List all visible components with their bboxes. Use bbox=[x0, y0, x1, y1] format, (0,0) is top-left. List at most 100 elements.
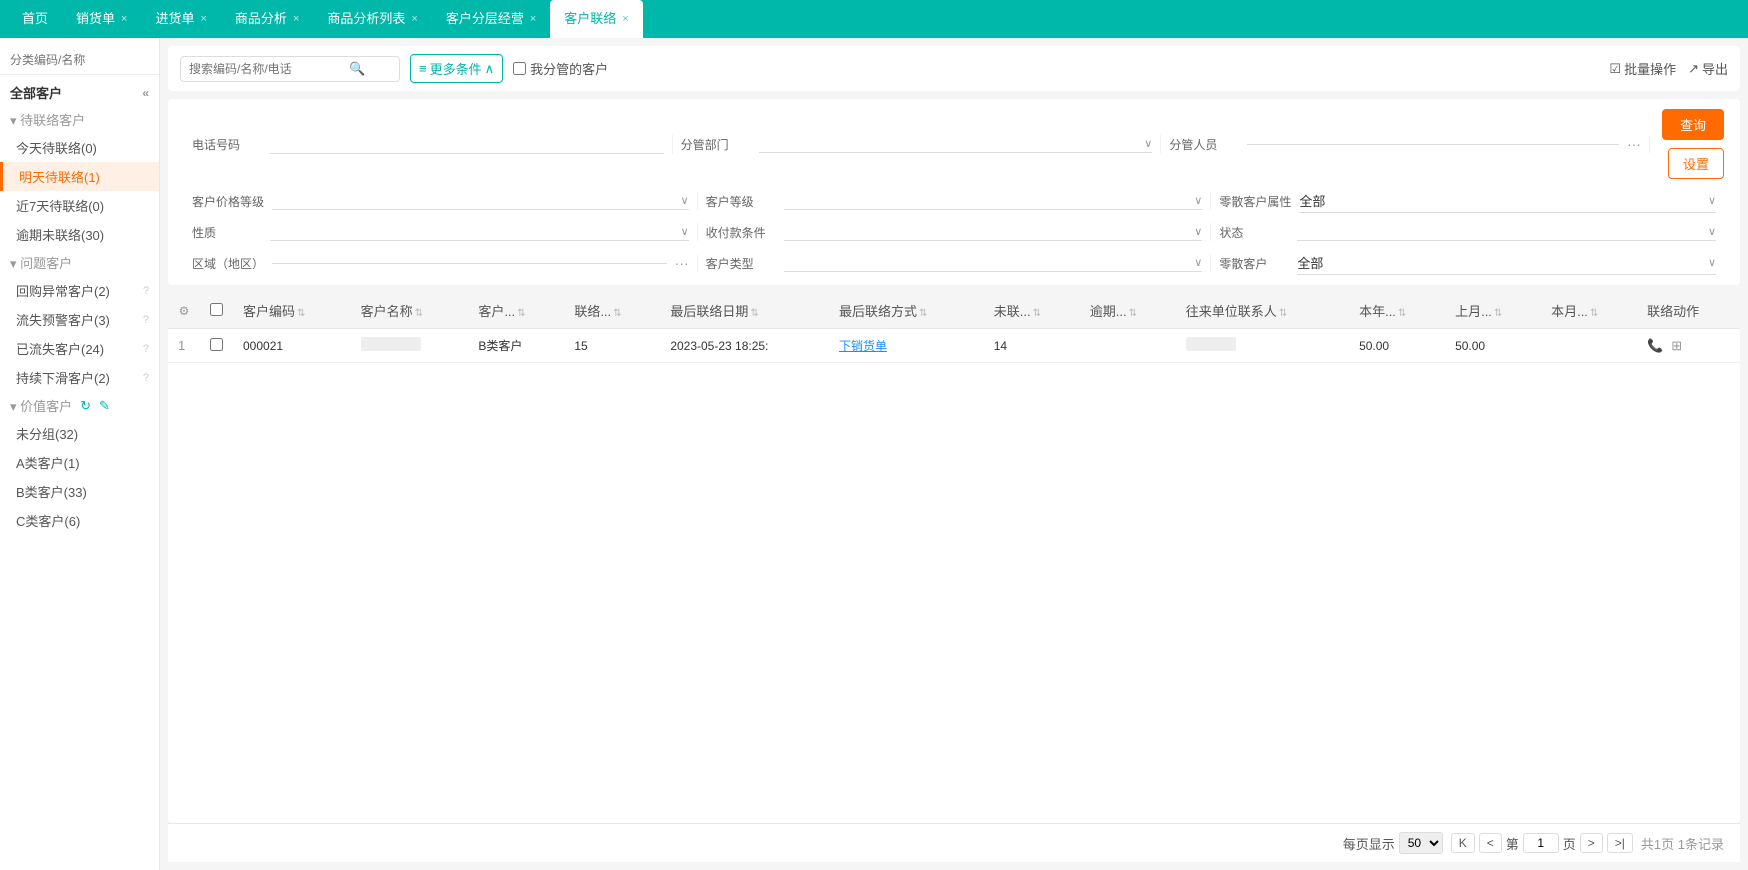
sort-code-icon[interactable]: ⇅ bbox=[297, 308, 305, 319]
qr-action-icon[interactable]: ⊞ bbox=[1671, 338, 1682, 354]
search-button-icon[interactable]: 🔍 bbox=[349, 61, 365, 77]
sort-unit-icon[interactable]: ⇅ bbox=[1279, 308, 1287, 319]
close-customer-contact-tab-icon[interactable]: × bbox=[622, 0, 628, 38]
sidebar-item-class-c[interactable]: C类客户(6) bbox=[0, 506, 159, 535]
sidebar-item-class-b[interactable]: B类客户(33) bbox=[0, 477, 159, 506]
close-customer-tier-tab-icon[interactable]: × bbox=[530, 0, 536, 38]
filter-cell-customer-level: 客户等级 ∨ bbox=[698, 192, 1212, 210]
sidebar-item-tomorrow-contact[interactable]: 明天待联络(1) bbox=[0, 162, 159, 191]
chevron-down-level-icon: ∨ bbox=[1194, 194, 1202, 207]
filter-dots-manager[interactable]: ··· bbox=[1627, 136, 1641, 152]
th-overdue: 逾期...⇅ bbox=[1080, 293, 1176, 329]
phone-action-icon[interactable]: 📞 bbox=[1647, 338, 1663, 354]
chevron-down-type-icon: ∨ bbox=[1194, 256, 1202, 269]
sidebar-item-today-contact[interactable]: 今天待联络(0) bbox=[0, 133, 159, 162]
nav-tab-analysis[interactable]: 商品分析 × bbox=[221, 0, 313, 38]
reset-button[interactable]: 设置 bbox=[1668, 148, 1724, 179]
nav-tab-purchase[interactable]: 进货单 × bbox=[141, 0, 220, 38]
filter-cell-scattered: 零散客户 全部 ∨ bbox=[1211, 251, 1724, 275]
filter-select-nature[interactable]: ∨ bbox=[270, 223, 689, 241]
filter-select-scattered[interactable]: 全部 ∨ bbox=[1297, 251, 1716, 275]
collapse-icon[interactable]: « bbox=[142, 86, 149, 100]
row-check[interactable] bbox=[200, 329, 233, 363]
search-input[interactable] bbox=[189, 62, 349, 76]
sidebar-item-overdue-contact[interactable]: 逾期未联络(30) bbox=[0, 220, 159, 249]
close-sales-tab-icon[interactable]: × bbox=[121, 0, 127, 38]
page-size-selector: 每页显示 50 bbox=[1343, 832, 1443, 854]
filter-select-scattered-attr[interactable]: 全部 ∨ bbox=[1299, 189, 1716, 213]
filter-label-scattered: 零散客户 bbox=[1219, 255, 1289, 272]
sort-name-icon[interactable]: ⇅ bbox=[415, 308, 423, 319]
nav-tab-customer-tier[interactable]: 客户分层经营 × bbox=[432, 0, 550, 38]
query-button[interactable]: 查询 bbox=[1662, 109, 1724, 140]
row-actions: 📞 ⊞ bbox=[1637, 329, 1740, 363]
filter-select-payment[interactable]: ∨ bbox=[784, 223, 1203, 241]
filter-input-phone[interactable] bbox=[270, 135, 664, 154]
select-all-checkbox[interactable] bbox=[210, 303, 223, 316]
sort-lmonth-icon[interactable]: ⇅ bbox=[1494, 308, 1502, 319]
sort-uncontacted-icon[interactable]: ⇅ bbox=[1033, 308, 1041, 319]
sidebar-item-churn-warning[interactable]: 流失预警客户(3) ? bbox=[0, 305, 159, 334]
th-gear[interactable]: ⚙ bbox=[168, 293, 200, 329]
th-check[interactable] bbox=[200, 293, 233, 329]
my-customer-checkbox[interactable] bbox=[513, 62, 526, 75]
row-overdue bbox=[1080, 329, 1176, 363]
filter-select-price-level[interactable]: ∨ bbox=[272, 192, 689, 210]
prev-page-button[interactable]: < bbox=[1479, 833, 1502, 853]
edit-icon[interactable]: ✎ bbox=[99, 398, 110, 414]
help-icon-3: ? bbox=[143, 372, 149, 384]
row-type: B类客户 bbox=[468, 329, 564, 363]
sidebar-item-class-a[interactable]: A类客户(1) bbox=[0, 448, 159, 477]
filter-select-customer-level[interactable]: ∨ bbox=[784, 192, 1203, 210]
sort-year-icon[interactable]: ⇅ bbox=[1398, 308, 1406, 319]
filter-select-customer-type[interactable]: ∨ bbox=[784, 254, 1203, 272]
filter-label-customer-type: 客户类型 bbox=[706, 255, 776, 272]
nav-tab-analysis-list[interactable]: 商品分析列表 × bbox=[313, 0, 431, 38]
last-page-button[interactable]: >| bbox=[1607, 833, 1633, 853]
sort-type-icon[interactable]: ⇅ bbox=[517, 308, 525, 319]
sidebar-item-abnormal-repurchase[interactable]: 回购异常客户(2) ? bbox=[0, 276, 159, 305]
page-number-input[interactable] bbox=[1523, 833, 1559, 853]
customer-table: ⚙ 客户编码⇅ 客户名称⇅ 客户...⇅ 联络...⇅ 最后联络日期⇅ 最后联络… bbox=[168, 293, 1740, 363]
sort-contact-icon[interactable]: ⇅ bbox=[613, 308, 621, 319]
query-column: 查询 设置 bbox=[1650, 109, 1724, 179]
group-problem-label: ▾ 问题客户 bbox=[10, 253, 72, 272]
filter-cell-manager: 分管人员 ··· bbox=[1161, 136, 1650, 153]
close-analysis-tab-icon[interactable]: × bbox=[293, 0, 299, 38]
sidebar-item-ungrouped[interactable]: 未分组(32) bbox=[0, 419, 159, 448]
sort-method-icon[interactable]: ⇅ bbox=[919, 308, 927, 319]
sort-overdue-icon[interactable]: ⇅ bbox=[1129, 308, 1137, 319]
first-page-button[interactable]: K bbox=[1451, 833, 1475, 853]
page-size-select[interactable]: 50 bbox=[1399, 832, 1443, 854]
filter-dots-region[interactable]: ··· bbox=[675, 255, 689, 271]
filter-row-4: 区域（地区） ··· 客户类型 ∨ 零散客户 全部 ∨ bbox=[184, 251, 1724, 275]
row-this-year: 50.00 bbox=[1349, 329, 1445, 363]
row-checkbox[interactable] bbox=[210, 338, 223, 351]
row-last-method[interactable]: 下销货单 bbox=[829, 329, 984, 363]
th-uncontacted: 未联...⇅ bbox=[984, 293, 1080, 329]
export-button[interactable]: ↗ 导出 bbox=[1688, 59, 1728, 78]
sort-tmonth-icon[interactable]: ⇅ bbox=[1590, 308, 1598, 319]
nav-tab-sales[interactable]: 销货单 × bbox=[62, 0, 141, 38]
my-customer-checkbox-label[interactable]: 我分管的客户 bbox=[513, 59, 608, 78]
close-purchase-tab-icon[interactable]: × bbox=[200, 0, 206, 38]
sidebar-search-input[interactable] bbox=[10, 53, 160, 67]
row-code: 000021 bbox=[233, 329, 351, 363]
sidebar-item-7day-contact[interactable]: 近7天待联络(0) bbox=[0, 191, 159, 220]
filter-label-status: 状态 bbox=[1219, 224, 1289, 241]
next-page-button[interactable]: > bbox=[1580, 833, 1603, 853]
sidebar-item-churned[interactable]: 已流失客户(24) ? bbox=[0, 334, 159, 363]
nav-tab-customer-contact[interactable]: 客户联络 × bbox=[550, 0, 642, 38]
sort-date-icon[interactable]: ⇅ bbox=[750, 308, 758, 319]
more-filter-button[interactable]: ≡ 更多条件 ∧ bbox=[410, 54, 503, 83]
filter-select-status[interactable]: ∨ bbox=[1297, 223, 1716, 241]
sidebar-search-bar: 🔍 bbox=[0, 46, 159, 75]
group-problem-customer: ▾ 问题客户 bbox=[0, 249, 159, 276]
filter-label-manager: 分管人员 bbox=[1169, 136, 1239, 153]
close-analysis-list-tab-icon[interactable]: × bbox=[411, 0, 417, 38]
refresh-icon[interactable]: ↻ bbox=[80, 398, 91, 414]
bulk-action-button[interactable]: ☑ 批量操作 bbox=[1609, 59, 1676, 78]
nav-home[interactable]: 首页 bbox=[8, 0, 62, 38]
sidebar-item-declining[interactable]: 持续下滑客户(2) ? bbox=[0, 363, 159, 392]
filter-select-dept[interactable]: ∨ bbox=[759, 135, 1153, 153]
